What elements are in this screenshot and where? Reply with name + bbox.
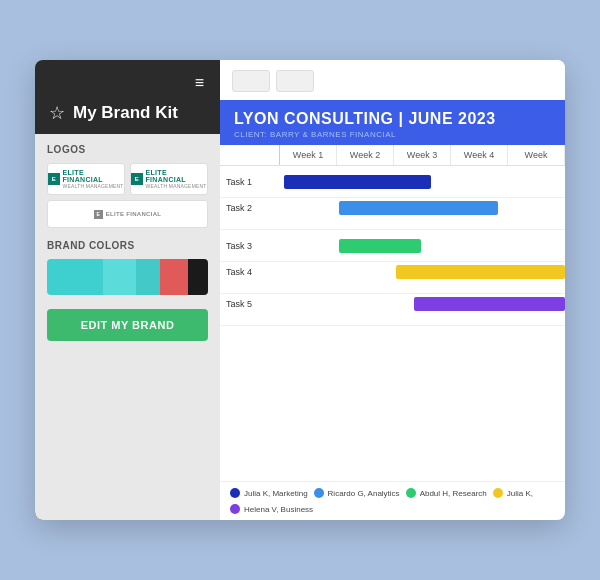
table-row: Task 4 (220, 262, 565, 294)
brand-header: ≡ ☆ My Brand Kit (35, 60, 220, 134)
brand-section: LOGOS E ELITE FINANCIAL WEALTH MANAGEMEN… (35, 134, 220, 520)
legend-item-5: Helena V, Business (230, 504, 313, 514)
legend-item-4: Julia K, (493, 488, 533, 498)
legend-item-3: Abdul H, Research (406, 488, 487, 498)
legend-dot-1 (230, 488, 240, 498)
task-4-bar (396, 265, 565, 279)
table-row: Task 2 (220, 198, 565, 230)
legend-item-2: Ricardo G, Analytics (314, 488, 400, 498)
hamburger-icon[interactable]: ≡ (49, 74, 206, 92)
task-5-label: Task 5 (220, 299, 280, 309)
week-3-header: Week 3 (394, 145, 451, 165)
table-row: Task 5 (220, 294, 565, 326)
week-1-header: Week 1 (280, 145, 337, 165)
legend-dot-3 (406, 488, 416, 498)
topbar-btn-2[interactable] (276, 70, 314, 92)
task-3-w2 (337, 230, 451, 261)
gantt-title: LYON CONSULTING | JUNE 2023 (234, 110, 551, 128)
logo-box-3[interactable]: E ELITE FINANCIAL (47, 200, 208, 228)
task-5-bar (414, 297, 565, 311)
color-swatch-4 (160, 259, 188, 295)
week-header-empty (220, 145, 280, 165)
gantt-subtitle: CLIENT: BARRY & BARNES FINANCIAL (234, 130, 551, 139)
task-1-label: Task 1 (220, 177, 280, 187)
main-container: ≡ ☆ My Brand Kit LOGOS E ELITE FINANCIAL (35, 60, 565, 520)
task-2-w2 (337, 198, 508, 219)
gantt-header: LYON CONSULTING | JUNE 2023 CLIENT: BARR… (220, 100, 565, 145)
gantt-legend: Julia K, Marketing Ricardo G, Analytics … (220, 481, 565, 520)
brand-title: My Brand Kit (73, 103, 178, 123)
task-4-w3 (394, 262, 565, 283)
task-3-label: Task 3 (220, 241, 280, 251)
legend-text-3: Abdul H, Research (420, 489, 487, 498)
logos-grid: E ELITE FINANCIAL WEALTH MANAGEMENT E (47, 163, 208, 228)
table-row: Task 3 (220, 230, 565, 262)
week-4-header: Week 4 (451, 145, 508, 165)
task-1-bar (284, 175, 431, 189)
legend-text-5: Helena V, Business (244, 505, 313, 514)
color-swatch-2 (103, 259, 135, 295)
task-1-w1 (280, 166, 451, 197)
week-2-header: Week 2 (337, 145, 394, 165)
gantt-panel: LYON CONSULTING | JUNE 2023 CLIENT: BARR… (220, 60, 565, 520)
legend-dot-5 (230, 504, 240, 514)
gantt-table-area: Week 1 Week 2 Week 3 Week 4 Week Task 1 … (220, 145, 565, 481)
table-row: Task 1 (220, 166, 565, 198)
legend-text-4: Julia K, (507, 489, 533, 498)
task-2-label: Task 2 (220, 203, 280, 213)
star-icon: ☆ (49, 102, 65, 124)
brand-panel: ≡ ☆ My Brand Kit LOGOS E ELITE FINANCIAL (35, 60, 220, 520)
color-swatch-5 (188, 259, 208, 295)
brand-colors-label: BRAND COLORS (47, 240, 208, 251)
color-swatch-1 (47, 259, 103, 295)
task-2-bar (339, 201, 498, 215)
legend-text-2: Ricardo G, Analytics (328, 489, 400, 498)
legend-text-1: Julia K, Marketing (244, 489, 308, 498)
color-swatches (47, 259, 208, 295)
brand-title-row: ☆ My Brand Kit (49, 102, 206, 124)
logo-box-1[interactable]: E ELITE FINANCIAL WEALTH MANAGEMENT (47, 163, 125, 195)
edit-brand-button[interactable]: EDIT MY BRAND (47, 309, 208, 341)
week-5-header: Week (508, 145, 565, 165)
legend-dot-2 (314, 488, 324, 498)
gantt-topbar (220, 60, 565, 100)
logos-label: LOGOS (47, 144, 208, 155)
legend-dot-4 (493, 488, 503, 498)
color-swatch-3 (136, 259, 160, 295)
logo-box-2[interactable]: E ELITE FINANCIAL WEALTH MANAGEMENT (130, 163, 208, 195)
legend-item-1: Julia K, Marketing (230, 488, 308, 498)
task-3-bar (339, 239, 421, 253)
topbar-btn-1[interactable] (232, 70, 270, 92)
task-4-label: Task 4 (220, 267, 280, 277)
week-headers: Week 1 Week 2 Week 3 Week 4 Week (220, 145, 565, 166)
task-5-w3 (394, 294, 565, 315)
